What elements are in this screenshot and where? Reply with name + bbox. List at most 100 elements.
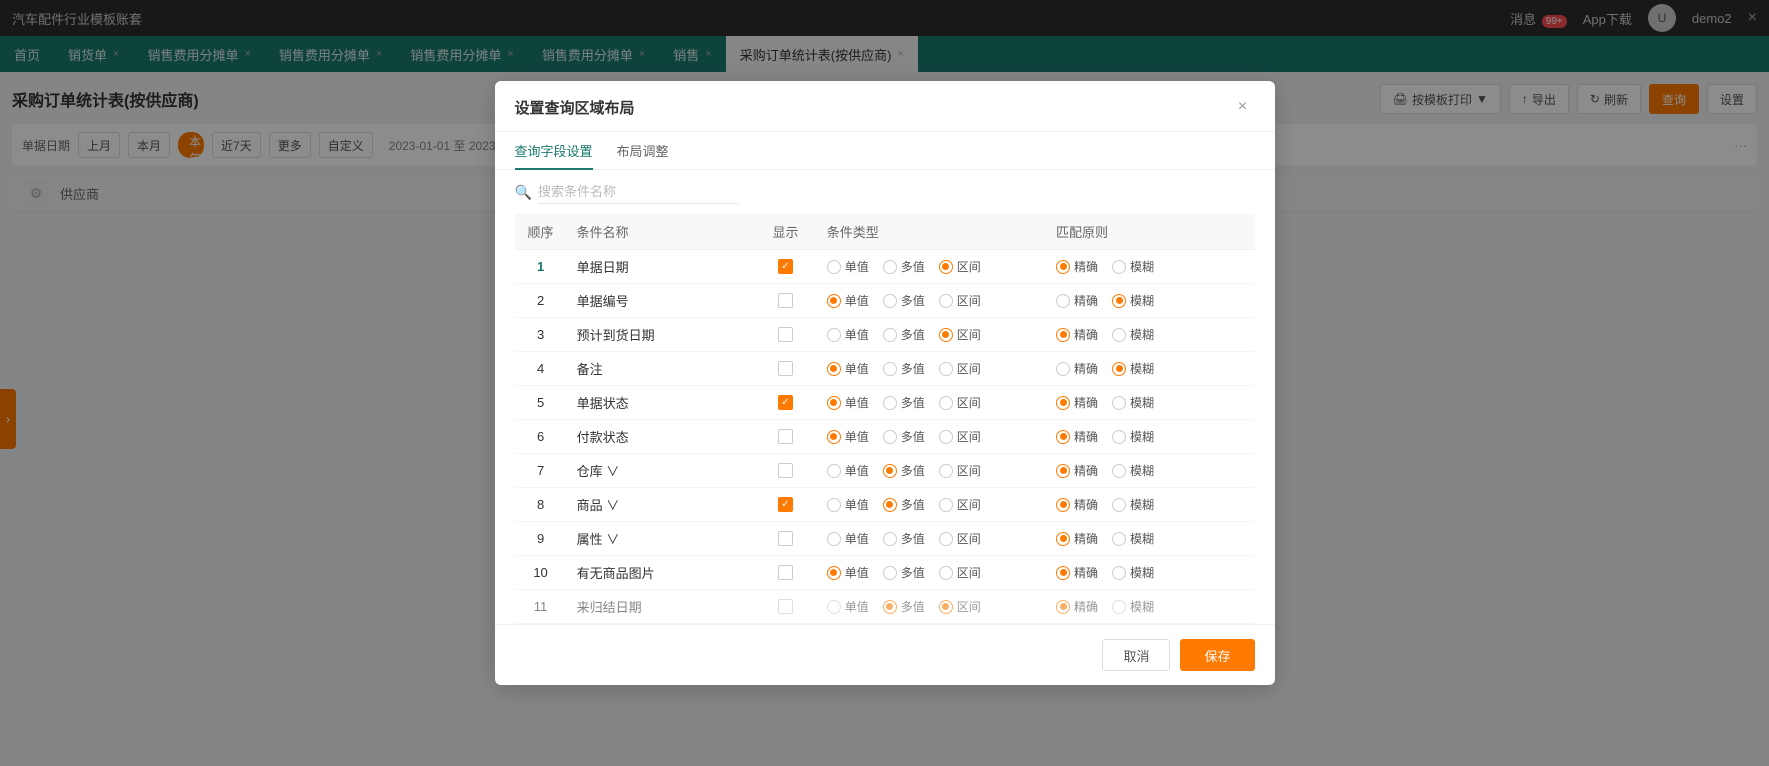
type-radio-item[interactable]: 区间 [939, 530, 981, 547]
cell-display[interactable] [754, 420, 817, 454]
cell-display[interactable] [754, 318, 817, 352]
type-radio-item[interactable]: 多值 [883, 598, 925, 615]
modal-tab-query-fields[interactable]: 查询字段设置 [515, 132, 593, 170]
type-radio-item[interactable]: 单值 [827, 564, 869, 581]
type-radio-item[interactable]: 区间 [939, 462, 981, 479]
match-radio-item[interactable]: 模糊 [1112, 496, 1154, 513]
type-radio-item[interactable]: 区间 [939, 360, 981, 377]
type-radio-item[interactable]: 多值 [883, 394, 925, 411]
type-radio-item[interactable]: 多值 [883, 564, 925, 581]
display-checkbox[interactable] [778, 259, 793, 274]
cell-name: 单据状态 [567, 386, 755, 420]
cell-order: 9 [515, 522, 567, 556]
type-radio-item[interactable]: 单值 [827, 598, 869, 615]
display-checkbox[interactable] [778, 463, 793, 478]
match-radio-item[interactable]: 模糊 [1112, 360, 1154, 377]
cell-display[interactable] [754, 522, 817, 556]
match-radio-group: 精确模糊 [1056, 360, 1244, 377]
radio-label: 区间 [957, 258, 981, 275]
type-radio-item[interactable]: 多值 [883, 258, 925, 275]
type-radio-item[interactable]: 多值 [883, 326, 925, 343]
type-radio-item[interactable]: 多值 [883, 496, 925, 513]
type-radio-item[interactable]: 区间 [939, 496, 981, 513]
display-checkbox[interactable] [778, 497, 793, 512]
match-radio-item[interactable]: 精确 [1056, 564, 1098, 581]
type-radio-item[interactable]: 单值 [827, 462, 869, 479]
match-radio-item[interactable]: 精确 [1056, 598, 1098, 615]
type-radio-item[interactable]: 多值 [883, 530, 925, 547]
match-radio-item[interactable]: 精确 [1056, 530, 1098, 547]
col-type: 条件类型 [817, 214, 1046, 250]
cancel-button[interactable]: 取消 [1102, 639, 1170, 671]
match-radio-item[interactable]: 精确 [1056, 428, 1098, 445]
cell-display[interactable] [754, 590, 817, 624]
match-radio-item[interactable]: 模糊 [1112, 394, 1154, 411]
display-checkbox[interactable] [778, 565, 793, 580]
type-radio-item[interactable]: 区间 [939, 326, 981, 343]
cell-display[interactable] [754, 488, 817, 522]
match-radio-item[interactable]: 精确 [1056, 326, 1098, 343]
display-checkbox[interactable] [778, 531, 793, 546]
type-radio-item[interactable]: 区间 [939, 428, 981, 445]
match-radio-item[interactable]: 精确 [1056, 292, 1098, 309]
type-radio-item[interactable]: 多值 [883, 292, 925, 309]
display-checkbox[interactable] [778, 327, 793, 342]
type-radio-item[interactable]: 区间 [939, 258, 981, 275]
type-radio-item[interactable]: 单值 [827, 496, 869, 513]
type-radio-item[interactable]: 多值 [883, 428, 925, 445]
type-radio-item[interactable]: 多值 [883, 462, 925, 479]
type-radio-item[interactable]: 区间 [939, 292, 981, 309]
cell-display[interactable] [754, 250, 817, 284]
cell-display[interactable] [754, 352, 817, 386]
modal-title: 设置查询区域布局 [515, 97, 635, 118]
cell-display[interactable] [754, 386, 817, 420]
display-checkbox[interactable] [778, 599, 793, 614]
type-radio-item[interactable]: 单值 [827, 326, 869, 343]
match-radio-item[interactable]: 精确 [1056, 258, 1098, 275]
cell-order: 4 [515, 352, 567, 386]
col-name: 条件名称 [567, 214, 755, 250]
type-radio-item[interactable]: 区间 [939, 394, 981, 411]
cell-type: 单值多值 区间 [817, 250, 1046, 284]
type-radio-item[interactable]: 单值 [827, 428, 869, 445]
display-checkbox[interactable] [778, 361, 793, 376]
match-radio-item[interactable]: 精确 [1056, 360, 1098, 377]
cell-display[interactable] [754, 556, 817, 590]
match-radio-item[interactable]: 精确 [1056, 462, 1098, 479]
radio-label: 单值 [845, 428, 869, 445]
type-radio-group: 单值多值区间 [827, 530, 1036, 547]
match-radio-item[interactable]: 模糊 [1112, 564, 1154, 581]
match-radio-item[interactable]: 模糊 [1112, 292, 1154, 309]
cell-display[interactable] [754, 454, 817, 488]
type-radio-item[interactable]: 单值 [827, 394, 869, 411]
type-radio-item[interactable]: 单值 [827, 530, 869, 547]
match-radio-item[interactable]: 精确 [1056, 496, 1098, 513]
match-radio-item[interactable]: 模糊 [1112, 326, 1154, 343]
modal-table: 顺序 条件名称 显示 条件类型 匹配原则 1单据日期单值多值区间精确模糊2单据编… [515, 214, 1255, 624]
radio-label: 精确 [1074, 360, 1098, 377]
cell-display[interactable] [754, 284, 817, 318]
match-radio-item[interactable]: 精确 [1056, 394, 1098, 411]
display-checkbox[interactable] [778, 395, 793, 410]
cell-type: 单值多值区间 [817, 590, 1046, 624]
match-radio-item[interactable]: 模糊 [1112, 258, 1154, 275]
cell-match: 精确模糊 [1046, 556, 1254, 590]
type-radio-item[interactable]: 区间 [939, 564, 981, 581]
type-radio-item[interactable]: 单值 [827, 292, 869, 309]
match-radio-item[interactable]: 模糊 [1112, 530, 1154, 547]
type-radio-item[interactable]: 区间 [939, 598, 981, 615]
save-button[interactable]: 保存 [1180, 639, 1254, 671]
match-radio-item[interactable]: 模糊 [1112, 462, 1154, 479]
type-radio-group: 单值多值区间 [827, 292, 1036, 309]
display-checkbox[interactable] [778, 429, 793, 444]
modal-close-button[interactable]: × [1231, 95, 1255, 119]
display-checkbox[interactable] [778, 293, 793, 308]
match-radio-item[interactable]: 模糊 [1112, 598, 1154, 615]
radio-circle-icon [827, 396, 841, 410]
type-radio-item[interactable]: 多值 [883, 360, 925, 377]
modal-tab-layout[interactable]: 布局调整 [617, 132, 669, 170]
match-radio-item[interactable]: 模糊 [1112, 428, 1154, 445]
modal-search-input[interactable] [538, 180, 738, 204]
type-radio-item[interactable]: 单值 [827, 258, 869, 275]
type-radio-item[interactable]: 单值 [827, 360, 869, 377]
